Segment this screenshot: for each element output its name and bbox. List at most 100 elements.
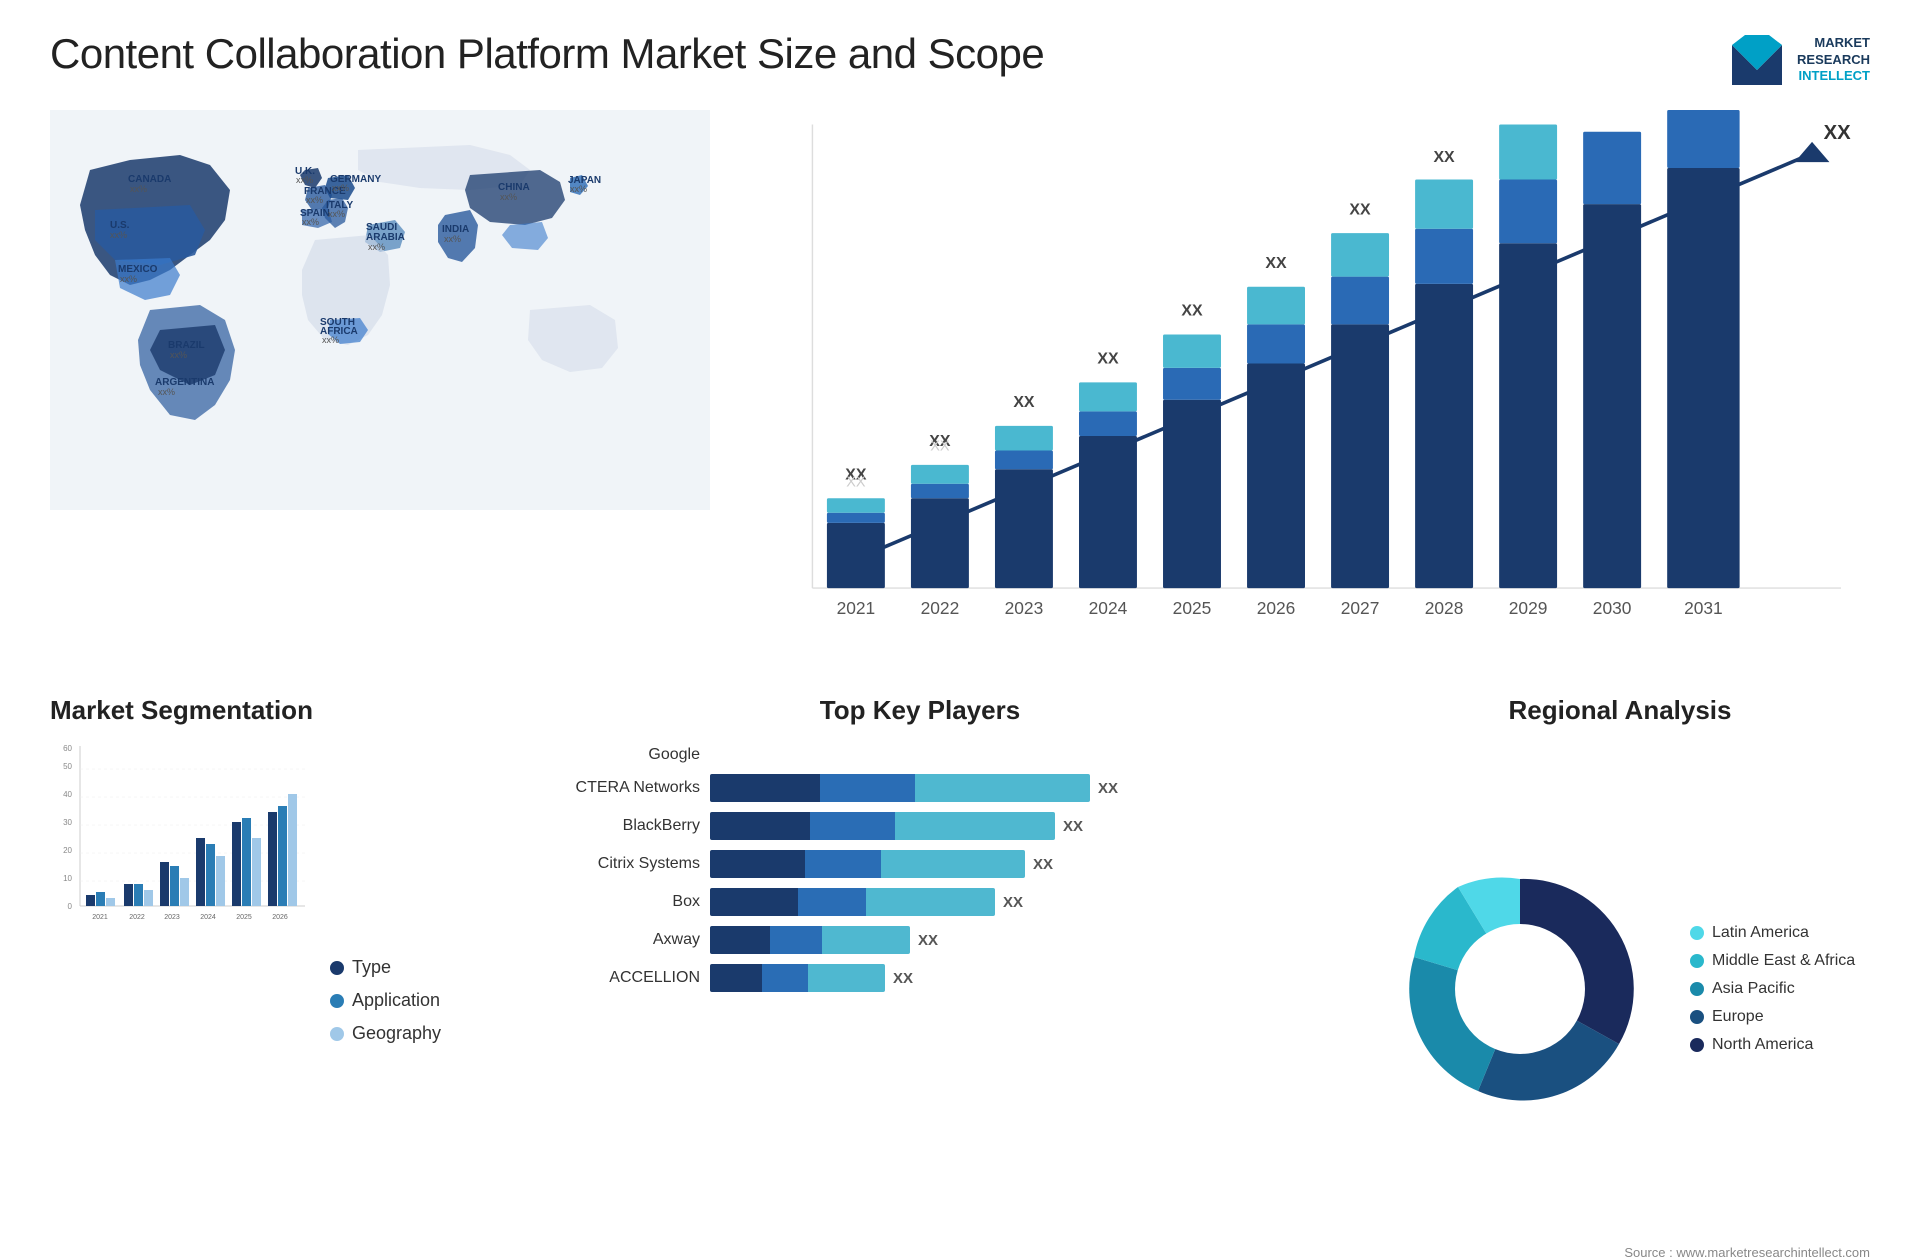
svg-text:xx%: xx% xyxy=(322,335,339,345)
svg-text:xx%: xx% xyxy=(120,274,137,284)
legend-middle-east: Middle East & Africa xyxy=(1690,952,1870,970)
segmentation-section: Market Segmentation 0 10 20 30 40 50 60 xyxy=(50,695,470,1260)
logo-text: MARKET RESEARCH INTELLECT xyxy=(1797,35,1870,86)
players-section: Top Key Players Google CTERA Networks xyxy=(500,695,1340,1260)
player-bar xyxy=(710,888,995,916)
legend-type-label: Type xyxy=(352,957,391,978)
svg-text:2023: 2023 xyxy=(164,914,180,921)
svg-text:XX: XX xyxy=(1824,122,1852,144)
donut-container xyxy=(1370,859,1670,1119)
svg-text:2023: 2023 xyxy=(1005,598,1044,618)
svg-text:XX: XX xyxy=(1433,149,1455,166)
player-bar-container: XX xyxy=(710,812,1320,840)
list-item: CTERA Networks XX xyxy=(520,774,1320,802)
svg-text:50: 50 xyxy=(63,762,72,771)
svg-text:XX: XX xyxy=(1265,255,1287,272)
svg-text:XX: XX xyxy=(930,438,950,454)
list-item: Box XX xyxy=(520,888,1320,916)
legend-north-america: North America xyxy=(1690,1036,1870,1054)
regional-section: Regional Analysis xyxy=(1370,695,1870,1260)
asia-pacific-label: Asia Pacific xyxy=(1712,980,1795,998)
svg-text:10: 10 xyxy=(63,874,72,883)
geography-dot xyxy=(330,1027,344,1041)
player-value: XX xyxy=(1033,856,1053,873)
legend-asia-pacific: Asia Pacific xyxy=(1690,980,1870,998)
legend-geography-label: Geography xyxy=(352,1023,441,1044)
logo-icon xyxy=(1727,30,1787,90)
legend-geography: Geography xyxy=(330,1023,450,1044)
svg-text:2022: 2022 xyxy=(921,598,960,618)
player-value: XX xyxy=(1063,818,1083,835)
seg-chart-area: 0 10 20 30 40 50 60 xyxy=(50,741,470,1260)
svg-text:20: 20 xyxy=(63,846,72,855)
svg-text:2025: 2025 xyxy=(236,914,252,921)
player-value: XX xyxy=(918,932,938,949)
player-bar xyxy=(710,850,1025,878)
svg-text:XX: XX xyxy=(1181,303,1203,320)
type-dot xyxy=(330,961,344,975)
svg-text:xx%: xx% xyxy=(158,387,175,397)
svg-text:40: 40 xyxy=(63,790,72,799)
world-map: CANADA xx% U.S. xx% MEXICO xx% BRAZIL xx… xyxy=(50,110,710,510)
player-bar xyxy=(710,812,1055,840)
svg-text:xx%: xx% xyxy=(500,192,517,202)
player-bar xyxy=(710,774,1090,802)
svg-text:60: 60 xyxy=(63,744,72,753)
segmentation-title: Market Segmentation xyxy=(50,695,470,726)
page-container: Content Collaboration Platform Market Si… xyxy=(0,0,1920,1146)
svg-text:xx%: xx% xyxy=(170,350,187,360)
regional-title: Regional Analysis xyxy=(1370,695,1870,726)
svg-text:XX: XX xyxy=(846,475,866,491)
north-america-label: North America xyxy=(1712,1036,1813,1054)
player-bar-container: XX xyxy=(710,888,1320,916)
svg-text:2021: 2021 xyxy=(92,914,108,921)
list-item: BlackBerry XX xyxy=(520,812,1320,840)
header: Content Collaboration Platform Market Si… xyxy=(50,30,1870,90)
svg-text:xx%: xx% xyxy=(332,183,349,193)
svg-text:2026: 2026 xyxy=(1257,598,1296,618)
svg-text:30: 30 xyxy=(63,818,72,827)
player-name: CTERA Networks xyxy=(520,779,700,797)
player-value: XX xyxy=(1098,780,1118,797)
player-name: Axway xyxy=(520,931,700,949)
legend-type: Type xyxy=(330,957,450,978)
svg-text:2027: 2027 xyxy=(1341,598,1380,618)
player-name: BlackBerry xyxy=(520,817,700,835)
player-name: ACCELLION xyxy=(520,969,700,987)
bottom-section: Market Segmentation 0 10 20 30 40 50 60 xyxy=(50,695,1870,1260)
svg-text:2029: 2029 xyxy=(1509,598,1548,618)
list-item: ACCELLION XX xyxy=(520,964,1320,992)
legend-application: Application xyxy=(330,990,450,1011)
donut-chart xyxy=(1390,859,1650,1119)
legend-latin-america: Latin America xyxy=(1690,924,1870,942)
player-bar xyxy=(710,926,910,954)
svg-text:xx%: xx% xyxy=(130,184,147,194)
player-bar-container: XX xyxy=(710,850,1320,878)
player-name: Box xyxy=(520,893,700,911)
svg-text:2024: 2024 xyxy=(1089,598,1128,618)
svg-text:0: 0 xyxy=(68,902,73,911)
north-america-dot xyxy=(1690,1038,1704,1052)
svg-text:xx%: xx% xyxy=(302,217,319,227)
svg-text:2031: 2031 xyxy=(1684,598,1723,618)
middle-east-dot xyxy=(1690,954,1704,968)
list-item: Google xyxy=(520,746,1320,764)
bar-chart-container: XX XX 2021 XX 2022 xyxy=(740,110,1870,675)
legend-application-label: Application xyxy=(352,990,440,1011)
player-value: XX xyxy=(1003,894,1023,911)
growth-bar-chart: XX XX 2021 XX 2022 xyxy=(740,110,1870,675)
source-text: Source : www.marketresearchintellect.com xyxy=(1370,1245,1870,1260)
logo-container: MARKET RESEARCH INTELLECT xyxy=(1727,30,1870,90)
page-title: Content Collaboration Platform Market Si… xyxy=(50,30,1044,78)
seg-bar-chart: 0 10 20 30 40 50 60 xyxy=(50,741,310,941)
svg-text:2030: 2030 xyxy=(1593,598,1632,618)
svg-text:xx%: xx% xyxy=(110,230,127,240)
player-name: Google xyxy=(520,746,700,764)
latin-america-label: Latin America xyxy=(1712,924,1809,942)
svg-text:2022: 2022 xyxy=(129,914,145,921)
latin-america-dot xyxy=(1690,926,1704,940)
seg-legend: Type Application Geography xyxy=(330,741,450,1260)
player-name: Citrix Systems xyxy=(520,855,700,873)
svg-text:XX: XX xyxy=(1517,110,1539,111)
list-item: Axway XX xyxy=(520,926,1320,954)
